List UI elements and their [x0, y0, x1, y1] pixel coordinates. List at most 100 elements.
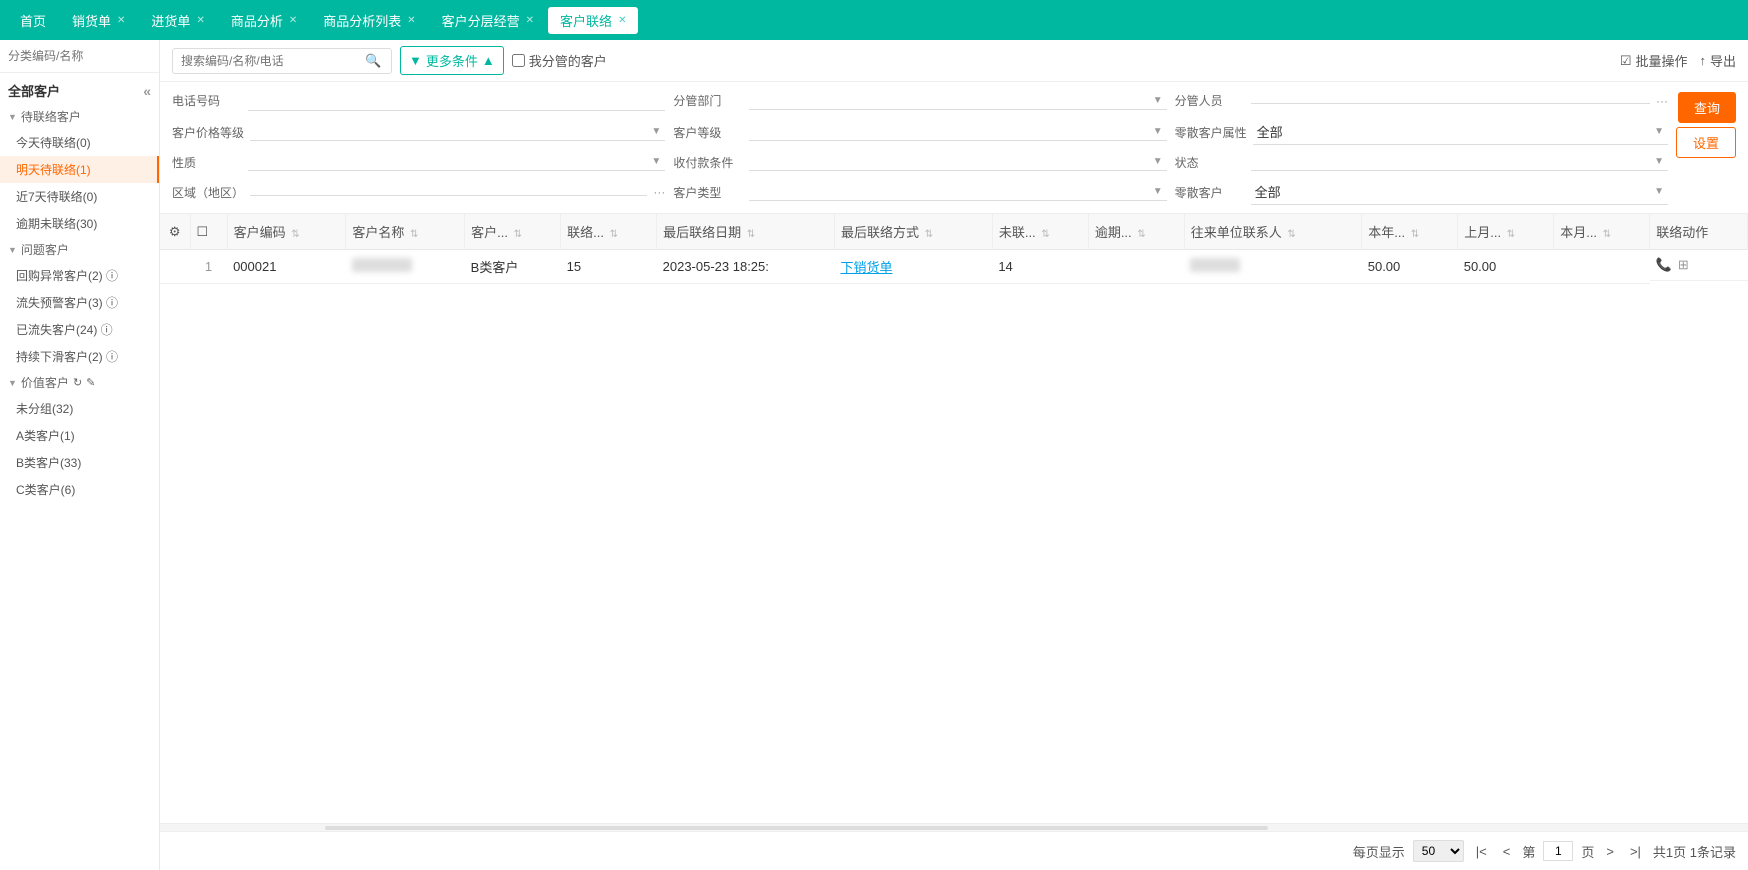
- th-action: 联络动作: [1650, 214, 1748, 250]
- chevron-up-icon: ▲: [482, 53, 495, 68]
- filter-payment: 收付款条件 ▼: [673, 153, 1166, 171]
- toolbar-right: ☑ 批量操作 ↑ 导出: [1620, 51, 1736, 70]
- sidebar-item-7days[interactable]: 近7天待联络(0): [0, 183, 159, 210]
- nav-home[interactable]: 首页: [8, 7, 58, 34]
- row-overdue: [1088, 250, 1184, 284]
- setting-button[interactable]: 设置: [1676, 127, 1736, 158]
- query-button[interactable]: 查询: [1678, 92, 1736, 123]
- page-input[interactable]: [1543, 841, 1573, 861]
- th-overdue[interactable]: 逾期... ⇅: [1088, 214, 1184, 250]
- close-icon[interactable]: ✕: [526, 15, 534, 26]
- action-grid-icon[interactable]: ⊞: [1678, 257, 1689, 273]
- close-icon[interactable]: ✕: [289, 15, 297, 26]
- search-icon[interactable]: 🔍: [365, 53, 381, 69]
- close-icon[interactable]: ✕: [117, 15, 125, 26]
- my-customers-checkbox-label[interactable]: 我分管的客户: [512, 51, 607, 70]
- row-code: 000021: [227, 250, 346, 284]
- th-this-year[interactable]: 本年... ⇅: [1362, 214, 1458, 250]
- nav-product-analysis[interactable]: 商品分析 ✕: [219, 7, 309, 34]
- export-icon: ↑: [1699, 53, 1706, 68]
- filter-retail-attr-select[interactable]: 全部 ▼: [1253, 119, 1668, 145]
- sidebar-item-ungrouped[interactable]: 未分组(32): [0, 395, 159, 422]
- my-customers-checkbox[interactable]: [512, 54, 525, 67]
- sidebar-item-a-class[interactable]: A类客户(1): [0, 422, 159, 449]
- filter-price-grade-select[interactable]: ▼: [250, 123, 665, 141]
- close-icon[interactable]: ✕: [407, 15, 415, 26]
- filter-retail-customer-select[interactable]: 全部 ▼: [1251, 179, 1668, 205]
- collapse-icon[interactable]: «: [143, 83, 151, 99]
- filter-payment-select[interactable]: ▼: [749, 153, 1166, 171]
- action-phone-icon[interactable]: 📞: [1656, 257, 1672, 273]
- close-icon[interactable]: ✕: [196, 15, 204, 26]
- edit-icon[interactable]: ✎: [86, 376, 95, 389]
- chevron-down-icon: ▼: [1654, 156, 1664, 167]
- close-icon[interactable]: ✕: [618, 15, 626, 26]
- filter-region-select[interactable]: [250, 189, 647, 196]
- filter-region-dots-icon[interactable]: ···: [653, 185, 665, 199]
- nav-customer-contact[interactable]: 客户联络 ✕: [548, 7, 638, 34]
- sidebar-item-churn-warning[interactable]: 流失预警客户(3) ⓘ: [0, 289, 159, 316]
- group-problem-customers: 问题客户: [0, 237, 159, 262]
- sidebar-search-input[interactable]: [8, 49, 160, 63]
- filter-dots-icon[interactable]: ···: [1656, 94, 1668, 108]
- filter-customer-grade-label: 客户等级: [673, 124, 743, 141]
- th-last-date[interactable]: 最后联络日期 ⇅: [657, 214, 835, 250]
- th-this-month[interactable]: 本月... ⇅: [1554, 214, 1650, 250]
- checkbox-icon: ☑: [1620, 53, 1632, 69]
- nav-product-list[interactable]: 商品分析列表 ✕: [311, 7, 427, 34]
- row-action: 📞 ⊞: [1650, 250, 1748, 281]
- th-name[interactable]: 客户名称 ⇅: [346, 214, 465, 250]
- th-checkbox[interactable]: ☐: [190, 214, 227, 250]
- filter-dept-select[interactable]: ▼: [749, 92, 1166, 110]
- next-page-button[interactable]: >: [1602, 842, 1618, 861]
- sidebar-item-c-class[interactable]: C类客户(6): [0, 476, 159, 503]
- main-layout: 🔍 全部客户 « 待联络客户 今天待联络(0) 明天待联络(1) 近7天待联络(…: [0, 40, 1748, 870]
- export-button[interactable]: ↑ 导出: [1699, 51, 1736, 70]
- th-last-month[interactable]: 上月... ⇅: [1458, 214, 1554, 250]
- th-settings[interactable]: ⚙: [160, 214, 190, 250]
- row-name: [346, 250, 465, 284]
- filter-status: 状态 ▼: [1175, 153, 1668, 171]
- chevron-down-icon: ▼: [1654, 126, 1664, 137]
- sidebar-item-declining[interactable]: 持续下滑客户(2) ⓘ: [0, 343, 159, 370]
- horizontal-scrollbar[interactable]: [160, 823, 1748, 831]
- sidebar-item-overdue[interactable]: 逾期未联络(30): [0, 210, 159, 237]
- total-records: 共1页 1条记录: [1653, 842, 1736, 861]
- all-customers-header: 全部客户 «: [0, 73, 159, 104]
- filter-manager-select[interactable]: [1251, 97, 1650, 104]
- nav-sales[interactable]: 销货单 ✕: [60, 7, 137, 34]
- filter-retail-customer-label: 零散客户: [1175, 184, 1245, 201]
- prev-page-button[interactable]: <: [1499, 842, 1515, 861]
- th-type[interactable]: 客户... ⇅: [465, 214, 561, 250]
- per-page-select[interactable]: 50 100 200: [1413, 840, 1464, 862]
- th-unlink-days[interactable]: 未联... ⇅: [992, 214, 1088, 250]
- sidebar-item-today[interactable]: 今天待联络(0): [0, 129, 159, 156]
- th-contact2[interactable]: 往来单位联系人 ⇅: [1184, 214, 1361, 250]
- row-last-date: 2023-05-23 18:25:: [657, 250, 835, 284]
- filter-nature-select[interactable]: ▼: [248, 153, 665, 171]
- th-last-method[interactable]: 最后联络方式 ⇅: [834, 214, 992, 250]
- table-body: 1 000021 B类客户 15 2023-05-23 18:25: 下销货单 …: [160, 250, 1748, 284]
- refresh-icon[interactable]: ↻: [73, 376, 82, 389]
- last-page-button[interactable]: >|: [1626, 842, 1645, 861]
- batch-operation-button[interactable]: ☑ 批量操作: [1620, 51, 1688, 70]
- filter-nature-label: 性质: [172, 154, 242, 171]
- filter-status-select[interactable]: ▼: [1251, 153, 1668, 171]
- filter-customer-type-select[interactable]: ▼: [749, 183, 1166, 201]
- sidebar-item-tomorrow[interactable]: 明天待联络(1): [0, 156, 159, 183]
- filter-button[interactable]: ▼ 更多条件 ▲: [400, 46, 504, 75]
- filter-phone-input[interactable]: [248, 90, 665, 111]
- th-code[interactable]: 客户编码 ⇅: [227, 214, 346, 250]
- nav-customer-tier[interactable]: 客户分层经营 ✕: [430, 7, 546, 34]
- th-contact-count[interactable]: 联络... ⇅: [561, 214, 657, 250]
- nav-purchase[interactable]: 进货单 ✕: [139, 7, 216, 34]
- filter-price-grade-label: 客户价格等级: [172, 124, 244, 141]
- row-settings: [160, 250, 190, 284]
- row-contact-count: 15: [561, 250, 657, 284]
- sidebar-item-b-class[interactable]: B类客户(33): [0, 449, 159, 476]
- sidebar-item-abnormal[interactable]: 回购异常客户(2) ⓘ: [0, 262, 159, 289]
- filter-customer-grade-select[interactable]: ▼: [749, 123, 1166, 141]
- sidebar-item-churned[interactable]: 已流失客户(24) ⓘ: [0, 316, 159, 343]
- search-input[interactable]: [181, 54, 361, 68]
- first-page-button[interactable]: |<: [1472, 842, 1491, 861]
